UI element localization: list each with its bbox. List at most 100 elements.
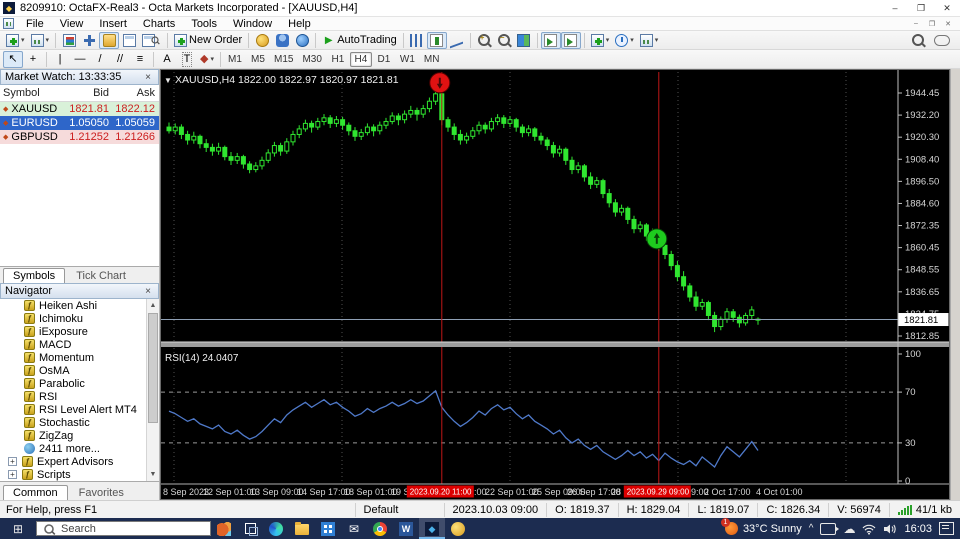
terminal-button[interactable]: [119, 32, 139, 49]
menu-view[interactable]: View: [52, 17, 92, 31]
deposit-button[interactable]: [252, 32, 272, 49]
data-window-button[interactable]: [79, 32, 99, 49]
market-watch-close-icon[interactable]: ×: [142, 72, 154, 83]
text-button[interactable]: A: [157, 51, 177, 68]
chat-icon[interactable]: [934, 34, 950, 46]
navigator-item-zigzag[interactable]: ƒ ZigZag: [0, 429, 146, 442]
close-button[interactable]: ✕: [934, 1, 960, 16]
navigator-item-parabolic[interactable]: ƒ Parabolic: [0, 377, 146, 390]
scroll-thumb[interactable]: [148, 313, 158, 423]
auto-scroll-button[interactable]: [540, 31, 561, 49]
wifi-icon[interactable]: [862, 523, 876, 535]
store-button[interactable]: [315, 518, 341, 539]
strategy-tester-button[interactable]: [139, 32, 164, 49]
timeframe-m5[interactable]: M5: [247, 52, 269, 67]
navigator-item-scripts[interactable]: + ƒ Scripts: [0, 468, 146, 481]
timeframe-m1[interactable]: M1: [224, 52, 246, 67]
market-watch-row-gbpusd[interactable]: ◆ GBPUSD 1.21252 1.21266: [0, 130, 159, 144]
navigator-item-ichimoku[interactable]: ƒ Ichimoku: [0, 312, 146, 325]
menu-tools[interactable]: Tools: [183, 17, 225, 31]
templates-button[interactable]: ▾: [637, 32, 662, 49]
navigator-item-2411-more[interactable]: 2411 more...: [0, 442, 146, 455]
restore-button[interactable]: ❐: [908, 1, 934, 16]
file-explorer-button[interactable]: [289, 518, 315, 539]
scroll-up-icon[interactable]: ▲: [147, 299, 159, 312]
menu-help[interactable]: Help: [280, 17, 319, 31]
zoom-out-button[interactable]: −: [494, 32, 514, 49]
market-watch-row-xauusd[interactable]: ◆ XAUUSD 1821.81 1822.12: [0, 102, 159, 116]
chart-shift-button[interactable]: [560, 31, 581, 49]
horizontal-line-button[interactable]: —: [70, 51, 90, 68]
sell-marker-icon[interactable]: [429, 72, 451, 94]
candlestick-button[interactable]: [426, 31, 447, 49]
tab-common[interactable]: Common: [3, 485, 68, 500]
minimize-button[interactable]: –: [882, 1, 908, 16]
timeframe-h1[interactable]: H1: [327, 52, 349, 67]
menu-file[interactable]: File: [18, 17, 52, 31]
navigator-item-osma[interactable]: ƒ OsMA: [0, 364, 146, 377]
price-chart[interactable]: 1944.45 1932.20 1920.30 1908.40 1896.50 1884.…: [161, 70, 949, 499]
tab-symbols[interactable]: Symbols: [3, 268, 66, 283]
mdi-restore-button[interactable]: ❐: [924, 18, 940, 30]
mail-button[interactable]: ✉: [341, 518, 367, 539]
timeframe-w1[interactable]: W1: [396, 52, 419, 67]
new-order-button[interactable]: New Order: [171, 32, 245, 49]
navigator-item-iexposure[interactable]: ƒ iExposure: [0, 325, 146, 338]
volume-icon[interactable]: [883, 523, 897, 535]
navigator-header[interactable]: Navigator ×: [0, 283, 159, 299]
navigator-item-macd[interactable]: ƒ MACD: [0, 338, 146, 351]
timeframe-d1[interactable]: D1: [373, 52, 395, 67]
mdi-minimize-button[interactable]: –: [908, 18, 924, 30]
action-center-icon[interactable]: [939, 522, 954, 535]
bar-chart-button[interactable]: [407, 32, 427, 49]
trendline-button[interactable]: /: [90, 51, 110, 68]
timeframe-m15[interactable]: M15: [270, 52, 297, 67]
fibonacci-button[interactable]: ≡: [130, 51, 150, 68]
zoom-in-button[interactable]: +: [474, 32, 494, 49]
profiles-button[interactable]: ▾: [28, 32, 53, 49]
word-button[interactable]: W: [393, 518, 419, 539]
menu-window[interactable]: Window: [225, 17, 280, 31]
expand-icon[interactable]: +: [8, 457, 17, 466]
navigator-item-momentum[interactable]: ƒ Momentum: [0, 351, 146, 364]
market-watch-row-eurusd[interactable]: ◆ EURUSD 1.05050 1.05059: [0, 116, 159, 130]
chart-background[interactable]: [161, 70, 949, 499]
community-button[interactable]: [272, 32, 292, 49]
tab-favorites[interactable]: Favorites: [69, 485, 134, 500]
tab-tick-chart[interactable]: Tick Chart: [66, 268, 136, 283]
timeframe-mn[interactable]: MN: [420, 52, 444, 67]
periods-button[interactable]: ▾: [612, 32, 637, 49]
pane-divider[interactable]: [161, 342, 949, 347]
scroll-down-icon[interactable]: ▼: [147, 468, 159, 481]
taskbar-search-input[interactable]: Search: [36, 521, 211, 536]
chrome-button[interactable]: [367, 518, 393, 539]
navigator-button[interactable]: [99, 31, 120, 49]
navigator-item-expert-advisors[interactable]: + ƒ Expert Advisors: [0, 455, 146, 468]
cursor-button[interactable]: ↖: [3, 50, 23, 68]
vertical-line-button[interactable]: |: [50, 51, 70, 68]
meet-now-icon[interactable]: [820, 522, 840, 535]
menu-insert[interactable]: Insert: [91, 17, 135, 31]
coin-app-button[interactable]: [445, 518, 471, 539]
autotrading-button[interactable]: ▶ AutoTrading: [319, 32, 400, 49]
web-terminal-button[interactable]: [292, 32, 312, 49]
navigator-scrollbar[interactable]: ▲ ▼: [146, 299, 159, 481]
navigator-item-rsi-level-alert-mt4[interactable]: ƒ RSI Level Alert MT4: [0, 403, 146, 416]
start-button[interactable]: ⊞: [0, 518, 36, 539]
metatrader-button[interactable]: ◆: [419, 518, 445, 539]
hidden-icons-chevron[interactable]: ^: [809, 523, 814, 534]
menu-charts[interactable]: Charts: [135, 17, 183, 31]
status-profile[interactable]: Default: [354, 502, 444, 517]
shapes-button[interactable]: ◆ ▾: [197, 51, 217, 68]
mdi-close-button[interactable]: ✕: [940, 18, 956, 30]
text-label-button[interactable]: T: [177, 51, 197, 68]
new-chart-button[interactable]: ▾: [3, 32, 28, 49]
chart-window[interactable]: 1944.45 1932.20 1920.30 1908.40 1896.50 1884.…: [160, 69, 950, 500]
taskbar-clock[interactable]: 16:03: [904, 523, 932, 535]
weather-widget[interactable]: 1 33°C Sunny: [720, 518, 802, 535]
news-widget-button[interactable]: [211, 518, 237, 539]
navigator-close-icon[interactable]: ×: [142, 286, 154, 297]
crosshair-button[interactable]: +: [23, 51, 43, 68]
navigator-item-stochastic[interactable]: ƒ Stochastic: [0, 416, 146, 429]
expand-icon[interactable]: +: [8, 470, 17, 479]
